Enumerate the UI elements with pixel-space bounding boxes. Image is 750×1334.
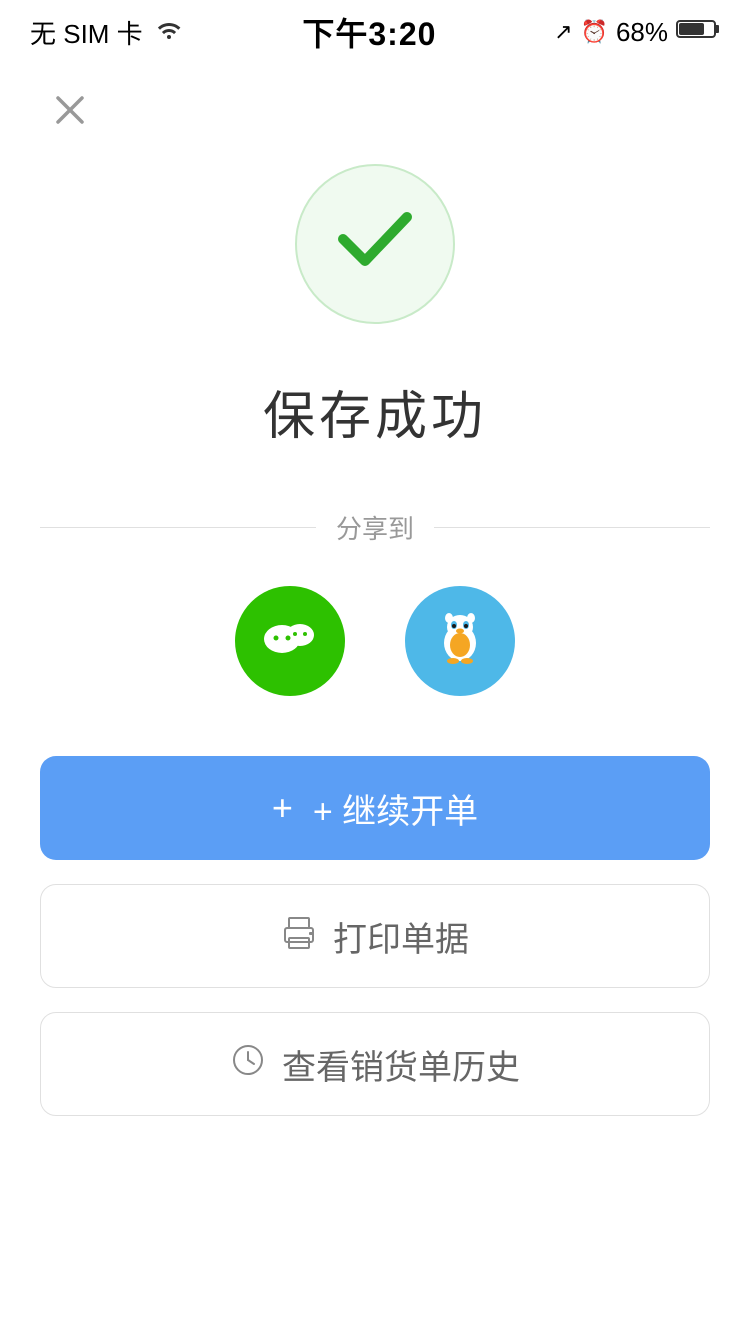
success-title: 保存成功: [263, 374, 487, 449]
printer-icon: [281, 914, 317, 959]
continue-label: + 继续开单: [313, 784, 478, 833]
qq-share-button[interactable]: [405, 586, 515, 696]
status-right: ↗ ⏰ 68%: [554, 17, 720, 48]
divider-right: [434, 527, 710, 528]
wifi-icon: [153, 17, 185, 48]
battery-percent: 68%: [616, 17, 668, 48]
battery-icon: [676, 17, 720, 48]
share-section: 分享到: [0, 509, 750, 696]
main-content: 保存成功 分享到: [0, 64, 750, 1116]
wechat-share-button[interactable]: [235, 586, 345, 696]
clock-icon: [230, 1042, 266, 1087]
continue-button[interactable]: + + 继续开单: [40, 756, 710, 860]
divider-left: [40, 527, 316, 528]
status-bar: 无 SIM 卡 下午3:20 ↗ ⏰ 68%: [0, 0, 750, 64]
print-button[interactable]: 打印单据: [40, 884, 710, 988]
checkmark-icon: [335, 203, 415, 286]
history-button[interactable]: 查看销货单历史: [40, 1012, 710, 1116]
share-label: 分享到: [316, 509, 434, 546]
share-divider-row: 分享到: [0, 509, 750, 546]
sim-status: 无 SIM 卡: [30, 14, 143, 51]
status-left: 无 SIM 卡: [30, 14, 185, 51]
print-label: 打印单据: [333, 912, 469, 961]
history-label: 查看销货单历史: [282, 1040, 520, 1089]
share-icons-row: [235, 586, 515, 696]
location-icon: ↗: [554, 19, 572, 45]
success-icon-circle: [295, 164, 455, 324]
plus-icon: +: [272, 787, 293, 829]
action-buttons: + + 继续开单 打印单据: [0, 756, 750, 1116]
alarm-icon: ⏰: [581, 19, 608, 45]
close-button[interactable]: [40, 80, 100, 140]
status-time: 下午3:20: [302, 9, 436, 55]
